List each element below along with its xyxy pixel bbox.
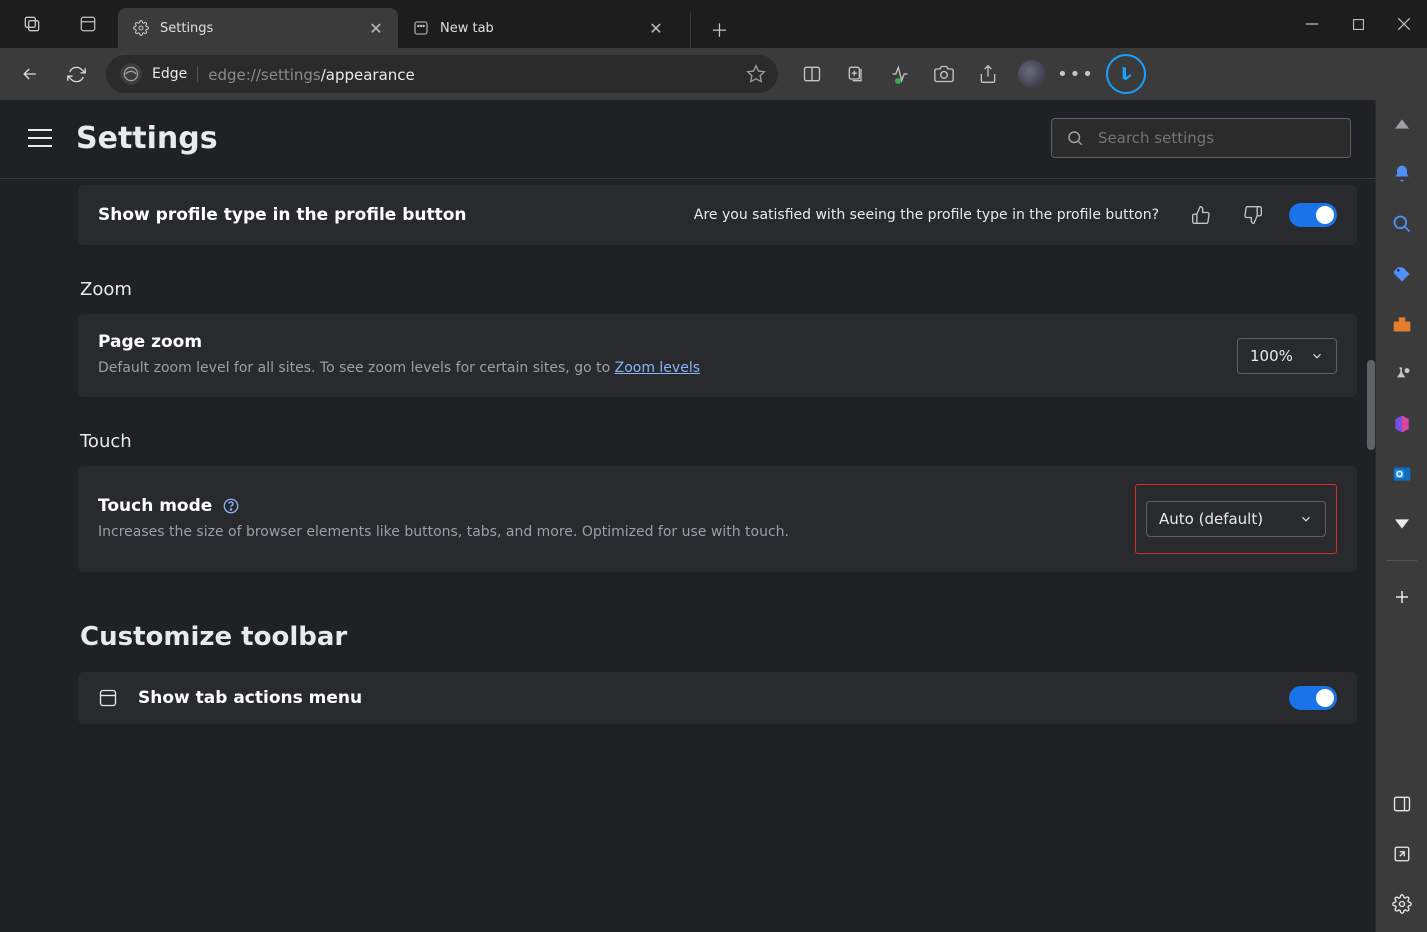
section-zoom: Zoom [80,279,1357,300]
setting-label: Show profile type in the profile button [98,205,467,225]
site-identity: Edge [152,66,198,82]
dropdown-value: 100% [1250,347,1293,365]
scrollbar[interactable] [1367,360,1375,450]
tab-label: Settings [160,21,354,36]
refresh-button[interactable] [54,52,98,96]
tab-actions-toggle[interactable] [1289,686,1337,710]
page-zoom-setting: Page zoom Default zoom level for all sit… [78,314,1357,397]
search-icon [1066,129,1084,147]
close-window-button[interactable] [1381,0,1427,48]
tab-new[interactable]: New tab ✕ [398,8,678,48]
share-button[interactable] [966,52,1010,96]
setting-label: Show tab actions menu [138,688,362,708]
tab-actions-button[interactable] [66,2,110,46]
sidebar-settings-icon[interactable] [1388,890,1416,918]
sidebar-panel-icon[interactable] [1388,790,1416,818]
browser-toolbar: Edge edge://settings/appearance ••• [0,48,1427,100]
page-title: Settings [76,121,218,156]
outlook-icon[interactable] [1388,460,1416,488]
search-input[interactable] [1098,129,1336,147]
tab-actions-setting: Show tab actions menu [78,672,1357,724]
feedback-prompt: Are you satisfied with seeing the profil… [694,207,1159,223]
settings-page: Settings Show profile type in the profil… [0,100,1375,932]
close-tab-button[interactable]: ✕ [644,16,668,40]
sidebar-open-icon[interactable] [1388,840,1416,868]
bing-chat-button[interactable] [1106,54,1146,94]
collections-button[interactable] [834,52,878,96]
touch-mode-highlight: Auto (default) [1135,484,1337,554]
sidebar-collapse-icon[interactable] [1388,110,1416,138]
settings-header: Settings [0,100,1375,179]
help-icon[interactable] [222,497,240,515]
split-screen-button[interactable] [790,52,834,96]
avatar [1018,60,1046,88]
tab-actions-icon [98,688,118,708]
minimize-button[interactable] [1289,0,1335,48]
touch-mode-setting: Touch mode Increases the size of browser… [78,466,1357,572]
tab-label: New tab [440,21,634,36]
title-bar: Settings ✕ New tab ✕ ＋ [0,0,1427,48]
setting-description: Default zoom level for all sites. To see… [98,358,1217,379]
sidebar-more-icon[interactable] [1388,510,1416,538]
dropdown-value: Auto (default) [1159,510,1263,528]
office-icon[interactable] [1388,410,1416,438]
touch-mode-dropdown[interactable]: Auto (default) [1146,501,1326,537]
back-button[interactable] [8,52,52,96]
menu-button[interactable] [28,126,52,150]
performance-button[interactable] [878,52,922,96]
chevron-down-icon [1299,512,1313,526]
edge-icon [120,63,142,85]
sidebar-divider [1387,560,1417,561]
favorite-button[interactable] [746,64,766,84]
search-settings[interactable] [1051,118,1351,158]
newtab-icon [412,19,430,37]
url-path: /appearance [321,66,415,84]
shopping-icon[interactable] [1388,260,1416,288]
setting-label: Touch mode [98,496,212,516]
thumbs-down-button[interactable] [1237,199,1269,231]
games-icon[interactable] [1388,360,1416,388]
profile-type-setting: Show profile type in the profile button … [78,185,1357,245]
edge-sidebar [1375,100,1427,932]
new-tab-button[interactable]: ＋ [690,12,726,48]
profile-type-toggle[interactable] [1289,203,1337,227]
section-touch: Touch [80,431,1357,452]
gear-icon [132,19,150,37]
maximize-button[interactable] [1335,0,1381,48]
sidebar-add-icon[interactable] [1388,583,1416,611]
chevron-down-icon [1310,349,1324,363]
search-sidebar-icon[interactable] [1388,210,1416,238]
notifications-icon[interactable] [1388,160,1416,188]
setting-description: Increases the size of browser elements l… [98,522,1115,543]
thumbs-up-button[interactable] [1185,199,1217,231]
section-customize-toolbar: Customize toolbar [80,622,1357,652]
page-zoom-dropdown[interactable]: 100% [1237,338,1337,374]
url-scheme: edge://settings [208,66,320,84]
screenshot-button[interactable] [922,52,966,96]
setting-label: Page zoom [98,332,1217,352]
zoom-levels-link[interactable]: Zoom levels [615,360,700,376]
workspaces-button[interactable] [10,2,54,46]
tab-settings[interactable]: Settings ✕ [118,8,398,48]
address-bar[interactable]: Edge edge://settings/appearance [106,55,778,93]
tab-strip: Settings ✕ New tab ✕ ＋ [118,0,726,48]
more-button[interactable]: ••• [1054,52,1098,96]
profile-button[interactable] [1010,52,1054,96]
close-tab-button[interactable]: ✕ [364,16,388,40]
tools-icon[interactable] [1388,310,1416,338]
